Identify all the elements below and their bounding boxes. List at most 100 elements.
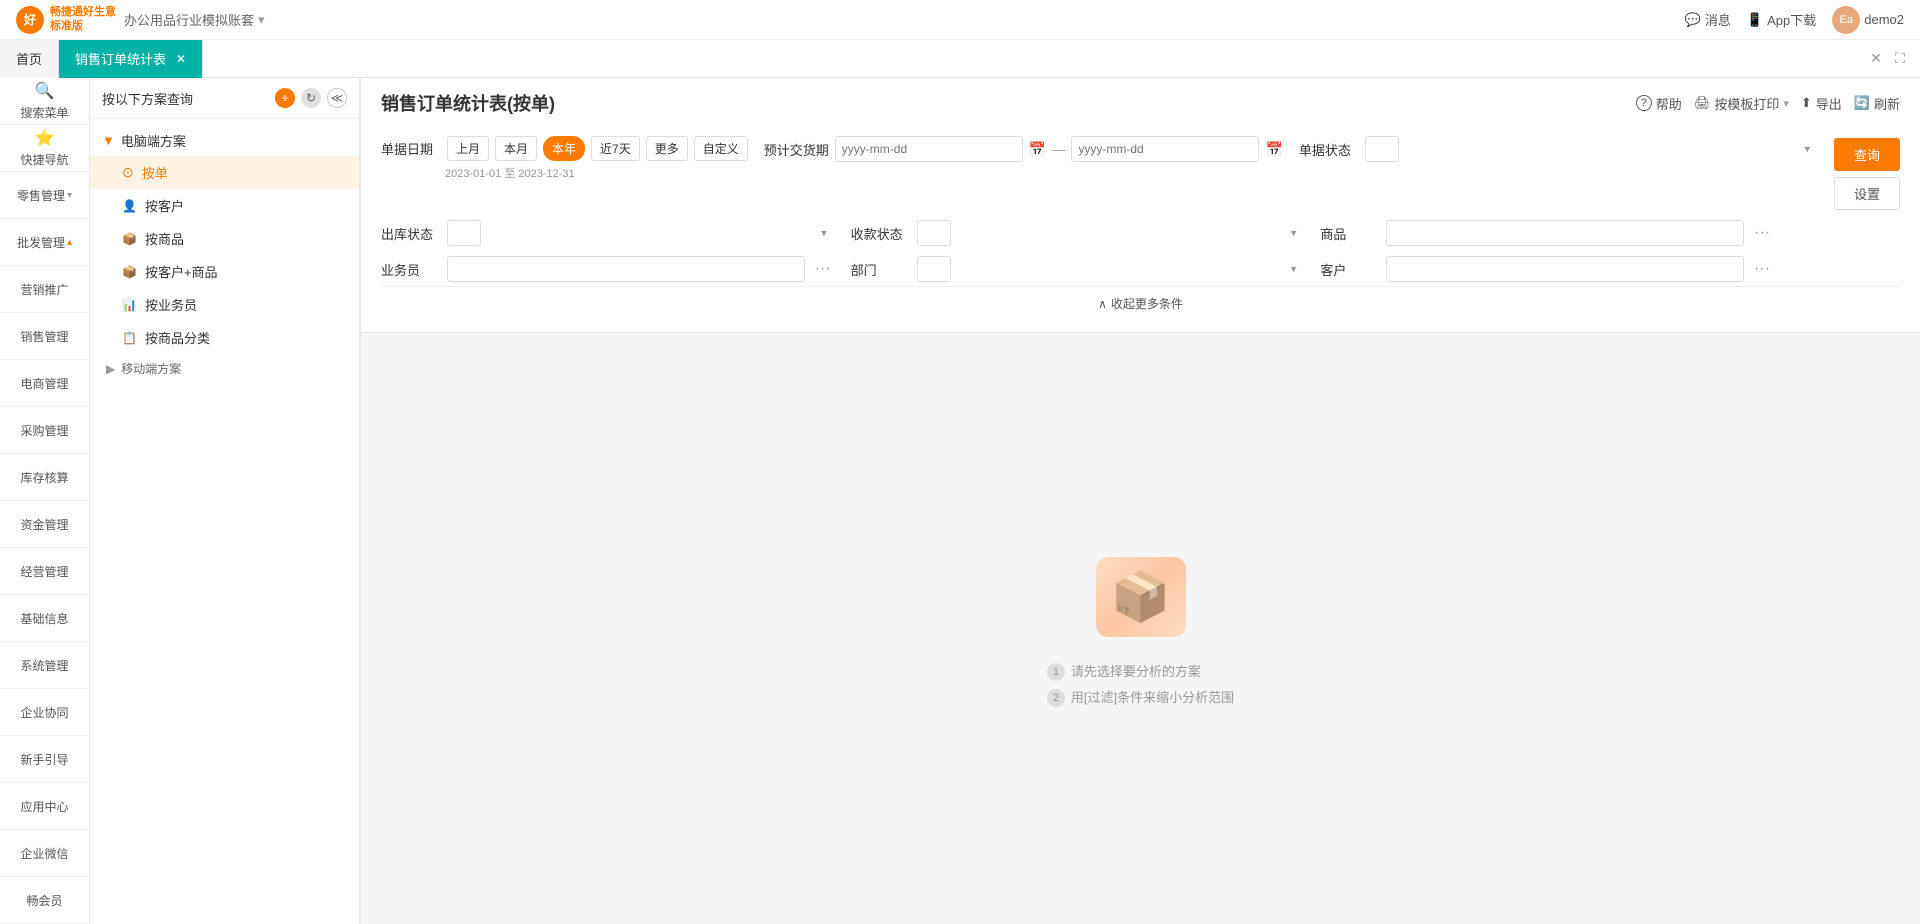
top-bar: 好 畅捷通好生意 标准版 办公用品行业模拟账套 ▾ 💬 消息 📱 App下载 E… [0, 0, 1920, 40]
app-download-button[interactable]: 📱 App下载 [1747, 10, 1816, 29]
date-range-display: 2023-01-01 至 2023-12-31 [445, 168, 575, 180]
expected-date-from-input[interactable] [835, 136, 1023, 162]
payment-status-select[interactable] [917, 220, 951, 246]
header-actions: ? 帮助 🖨 按模板打印 ▾ ⬆ 导出 🔄 刷新 [1636, 94, 1900, 113]
department-select[interactable] [917, 256, 951, 282]
sidebar-item-basic[interactable]: 基础信息 [0, 595, 89, 642]
calendar-from-icon[interactable]: 📅 [1029, 141, 1046, 158]
scheme-by-salesman[interactable]: 📊 按业务员 [90, 288, 359, 321]
content-area: 按以下方案查询 + ↻ ≪ ▼ 电脑端方案 ⊙ 按单 👤 按 [90, 78, 1920, 924]
refresh-button[interactable]: 🔄 刷新 [1854, 94, 1900, 113]
product-more-icon[interactable]: ··· [1750, 224, 1774, 242]
tab-bar: 首页 销售订单统计表 ✕ ✕ ⛶ [0, 40, 1920, 78]
scheme-by-category[interactable]: 📋 按商品分类 [90, 321, 359, 354]
customer-icon: 👤 [122, 199, 137, 213]
tab-home[interactable]: 首页 [0, 40, 59, 78]
sidebar-item-newuser[interactable]: 新手引导 [0, 736, 89, 783]
date-btn-more[interactable]: 更多 [646, 136, 688, 161]
bill-status-select[interactable] [1365, 136, 1399, 162]
scheme-by-order[interactable]: ⊙ 按单 [90, 156, 359, 189]
mobile-scheme-header[interactable]: ▶ 移动端方案 [90, 354, 359, 383]
empty-step-2: 2 用[过滤]条件来缩小分析范围 [1047, 685, 1234, 711]
salesman-more-icon[interactable]: ··· [811, 260, 835, 278]
delivery-status-select[interactable] [447, 220, 481, 246]
sidebar-item-retail[interactable]: 零售管理 ▾ [0, 172, 89, 219]
product-input[interactable] [1386, 220, 1744, 246]
refresh-scheme-button[interactable]: ↻ [301, 88, 321, 108]
sidebar-item-purchase[interactable]: 采购管理 [0, 407, 89, 454]
empty-state: 📦 1 请先选择要分析的方案 2 用[过滤]条件来缩小分析范围 [361, 333, 1920, 924]
date-filter-label: 单据日期 [381, 139, 441, 158]
export-icon: ⬆ [1801, 95, 1812, 111]
step-num-2: 2 [1047, 689, 1065, 707]
bill-status-label: 单据状态 [1299, 140, 1359, 159]
tab-sales-order-stat[interactable]: 销售订单统计表 ✕ [59, 40, 203, 78]
salesman-input[interactable] [447, 256, 805, 282]
collapse-panel-button[interactable]: ≪ [327, 88, 347, 108]
expected-date-label: 预计交货期 [764, 140, 829, 159]
empty-text: 1 请先选择要分析的方案 2 用[过滤]条件来缩小分析范围 [1047, 659, 1234, 711]
print-button[interactable]: 🖨 按模板打印 ▾ [1694, 94, 1789, 113]
help-button[interactable]: ? 帮助 [1636, 94, 1682, 113]
right-panel: 销售订单统计表(按单) ? 帮助 🖨 按模板打印 ▾ ⬆ 导出 [361, 78, 1920, 924]
date-btn-last-7[interactable]: 近7天 [591, 136, 640, 161]
scheme-by-customer-product[interactable]: 📦 按客户+商品 [90, 255, 359, 288]
sidebar-item-appcenter[interactable]: 应用中心 [0, 783, 89, 830]
sidebar-item-enterprise[interactable]: 企业协同 [0, 689, 89, 736]
sidebar-item-system[interactable]: 系统管理 [0, 642, 89, 689]
date-btn-last-month[interactable]: 上月 [447, 136, 489, 161]
window-close-button[interactable]: ✕ [1868, 51, 1884, 67]
sidebar-item-search[interactable]: 🔍 搜索菜单 [0, 78, 89, 125]
customer-more-icon[interactable]: ··· [1750, 260, 1774, 278]
date-btn-custom[interactable]: 自定义 [694, 136, 748, 161]
sidebar-item-wechat[interactable]: 企业微信 [0, 830, 89, 877]
star-icon: ⭐ [35, 128, 55, 148]
sidebar-item-shortcut[interactable]: ⭐ 快捷导航 [0, 125, 89, 172]
refresh-icon: 🔄 [1854, 95, 1870, 111]
collapse-filter-button[interactable]: ∧ 收起更多条件 [381, 286, 1900, 320]
sidebar-item-marketing[interactable]: 营销推广 [0, 266, 89, 313]
date-btn-this-year[interactable]: 本年 [543, 136, 585, 161]
customer-input[interactable] [1386, 256, 1744, 282]
expected-date-to-input[interactable] [1071, 136, 1259, 162]
department-label: 部门 [851, 260, 911, 279]
window-maximize-button[interactable]: ⛶ [1892, 51, 1908, 67]
user-menu[interactable]: Ea demo2 [1832, 6, 1904, 34]
scheme-by-customer[interactable]: 👤 按客户 [90, 189, 359, 222]
payment-status-label: 收款状态 [851, 224, 911, 243]
calendar-to-icon[interactable]: 📅 [1265, 141, 1282, 158]
retail-arrow-icon: ▾ [67, 190, 72, 201]
sidebar-item-ecommerce[interactable]: 电商管理 [0, 360, 89, 407]
sidebar-item-finance[interactable]: 资金管理 [0, 501, 89, 548]
breadcrumb: 办公用品行业模拟账套 ▾ [124, 10, 265, 29]
sidebar-item-sales[interactable]: 销售管理 [0, 313, 89, 360]
search-icon: 🔍 [35, 81, 55, 101]
top-bar-left: 好 畅捷通好生意 标准版 办公用品行业模拟账套 ▾ [16, 6, 265, 34]
message-button[interactable]: 💬 消息 [1685, 10, 1731, 29]
top-bar-right: 💬 消息 📱 App下载 Ea demo2 [1685, 6, 1904, 34]
message-icon: 💬 [1685, 12, 1701, 28]
customer-product-icon: 📦 [122, 265, 137, 279]
desktop-scheme-header[interactable]: ▼ 电脑端方案 [90, 125, 359, 156]
tab-close-icon[interactable]: ✕ [176, 52, 186, 66]
collapse-icon: ∧ [1098, 297, 1107, 311]
sidebar-item-wholesale[interactable]: 批发管理 ▴ [0, 219, 89, 266]
settings-button[interactable]: 设置 [1834, 177, 1900, 210]
export-button[interactable]: ⬆ 导出 [1801, 94, 1842, 113]
left-panel: 按以下方案查询 + ↻ ≪ ▼ 电脑端方案 ⊙ 按单 👤 按 [90, 78, 360, 924]
action-buttons: 查询 设置 [1834, 136, 1900, 210]
logo-text: 畅捷通好生意 标准版 [50, 6, 116, 32]
query-button[interactable]: 查询 [1834, 138, 1900, 171]
desktop-scheme-arrow-icon: ▼ [102, 133, 115, 148]
page-title: 销售订单统计表(按单) [381, 90, 555, 116]
right-panel-header: 销售订单统计表(按单) ? 帮助 🖨 按模板打印 ▾ ⬆ 导出 [361, 78, 1920, 124]
sidebar-item-inventory[interactable]: 库存核算 [0, 454, 89, 501]
scheme-by-product[interactable]: 📦 按商品 [90, 222, 359, 255]
add-scheme-button[interactable]: + [275, 88, 295, 108]
salesman-label: 业务员 [381, 260, 441, 279]
date-btn-this-month[interactable]: 本月 [495, 136, 537, 161]
sidebar-item-member[interactable]: 畅会员 [0, 877, 89, 924]
sidebar-item-operation[interactable]: 经营管理 [0, 548, 89, 595]
breadcrumb-dropdown[interactable]: ▾ [258, 12, 265, 28]
product-label: 商品 [1320, 224, 1380, 243]
